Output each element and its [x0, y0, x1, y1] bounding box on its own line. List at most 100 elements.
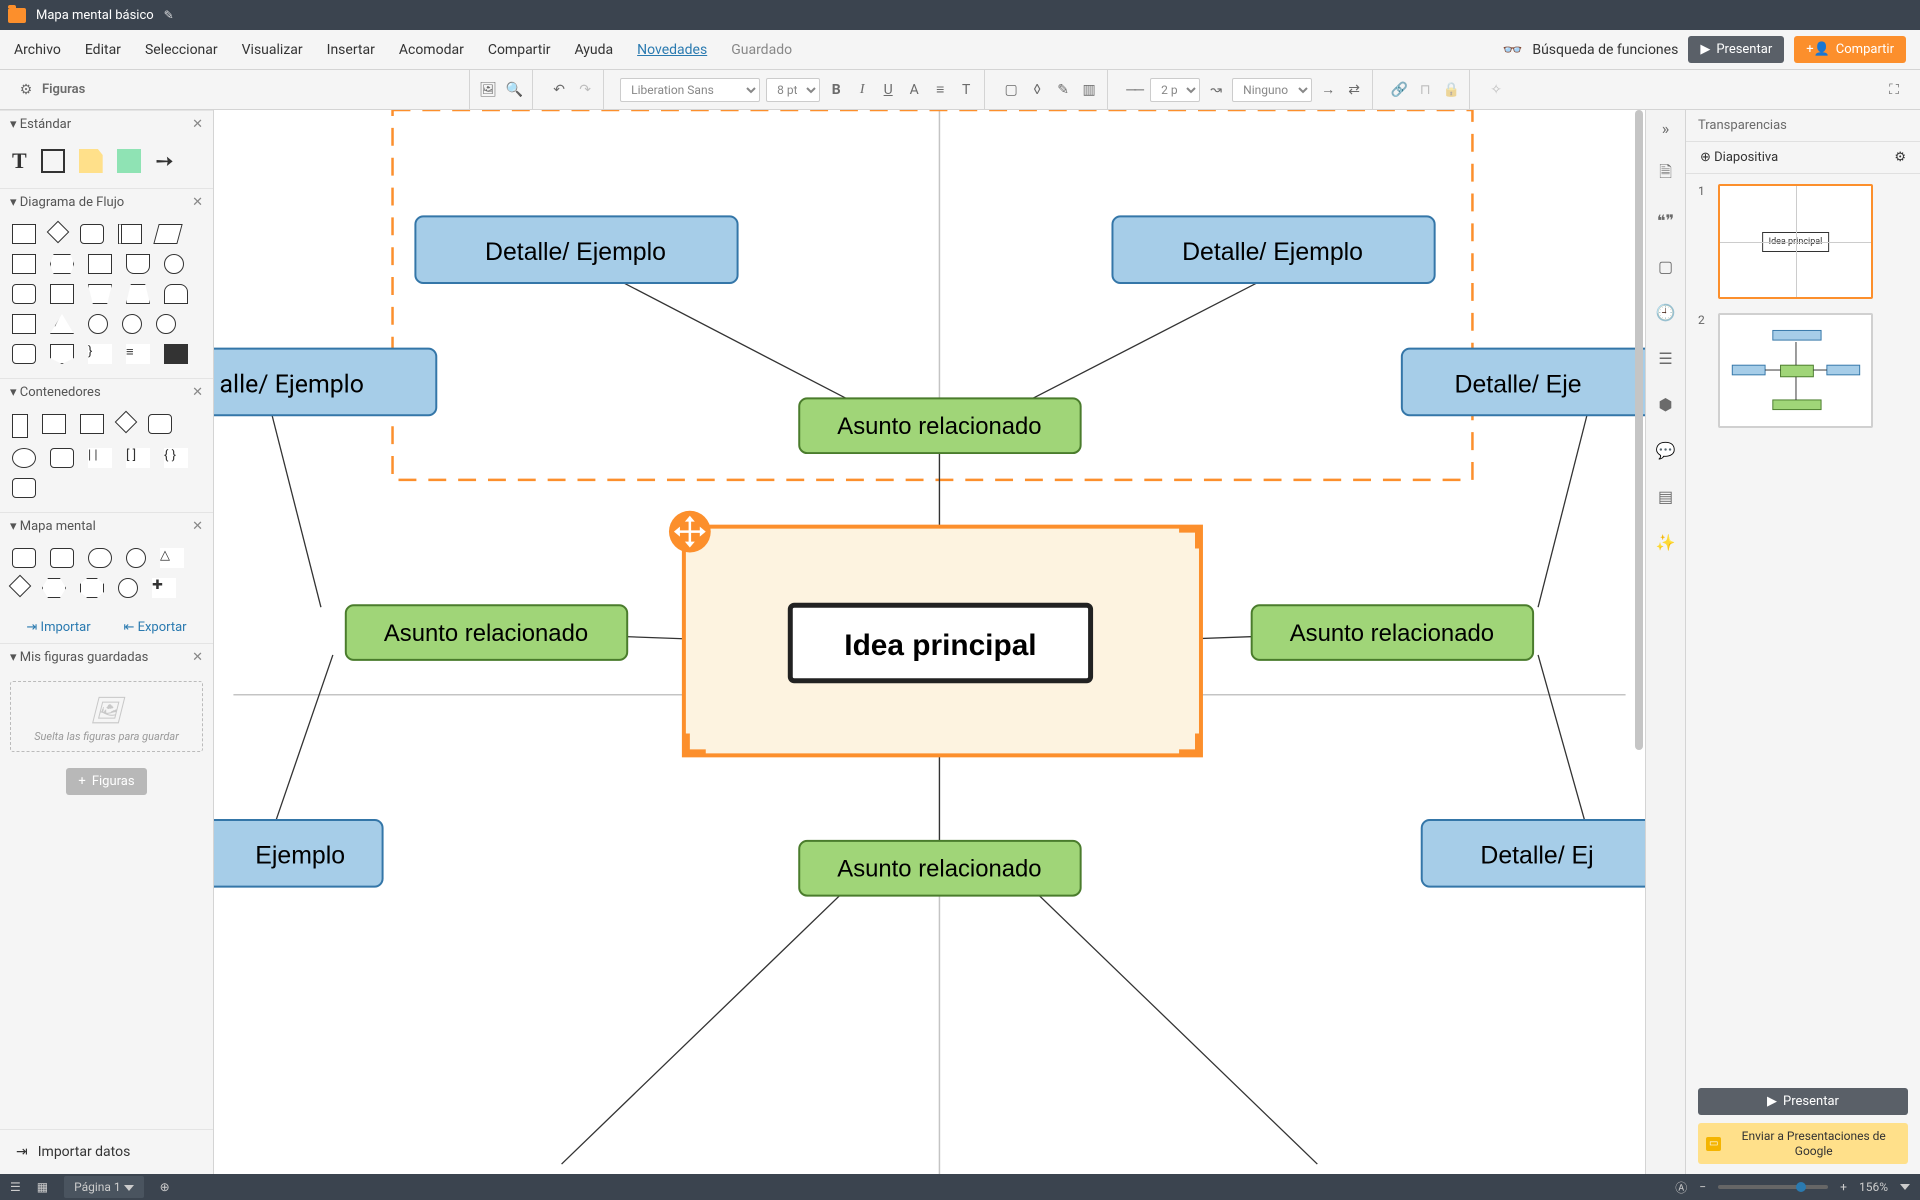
- line-style-icon[interactable]: ──: [1124, 80, 1144, 100]
- align-icon[interactable]: ≡: [930, 80, 950, 100]
- add-slide-button[interactable]: ⊕ Diapositiva: [1700, 150, 1778, 165]
- slide-thumb-1[interactable]: Idea principal: [1718, 184, 1873, 299]
- shape-fc-11[interactable]: [12, 284, 36, 304]
- zoom-level[interactable]: 156%: [1859, 1180, 1888, 1194]
- zoom-in-icon[interactable]: +: [1840, 1180, 1847, 1194]
- shape-fc-10[interactable]: [164, 254, 184, 274]
- zoom-slider[interactable]: [1718, 1185, 1828, 1189]
- slides-settings-icon[interactable]: ⚙: [1894, 150, 1906, 165]
- zoom-menu-icon[interactable]: [1900, 1184, 1910, 1190]
- shape-fc-19[interactable]: [122, 314, 142, 334]
- dock-magic-icon[interactable]: ✨: [1654, 530, 1678, 554]
- node-idea-principal[interactable]: Idea principal: [844, 629, 1036, 662]
- menu-compartir[interactable]: Compartir: [488, 42, 551, 58]
- shape-text[interactable]: T: [12, 148, 27, 174]
- accessibility-icon[interactable]: Ⓐ: [1675, 1179, 1687, 1196]
- node-asunto-top[interactable]: Asunto relacionado: [837, 413, 1041, 440]
- shape-ct-9[interactable]: [ ]: [126, 448, 150, 468]
- section-flujo[interactable]: ▾ Diagrama de Flujo ✕: [0, 188, 213, 216]
- shape-mm-10[interactable]: ✚: [152, 578, 176, 598]
- dock-collapse-icon[interactable]: »: [1654, 116, 1678, 140]
- arrow-end-icon[interactable]: →: [1318, 80, 1338, 100]
- node-detalle-tr[interactable]: Detalle/ Ejemplo: [1182, 239, 1363, 266]
- undo-icon[interactable]: ↶: [549, 80, 569, 100]
- node-detalle-right[interactable]: Detalle/ Eje: [1455, 371, 1582, 398]
- shape-note[interactable]: [79, 149, 103, 173]
- fill-box-icon[interactable]: ▢: [1001, 80, 1021, 100]
- dock-history-icon[interactable]: 🕘: [1654, 300, 1678, 324]
- bold-icon[interactable]: B: [826, 80, 846, 100]
- node-detalle-left[interactable]: alle/ Ejemplo: [220, 370, 364, 399]
- importar-datos-link[interactable]: ⇥ Importar datos: [0, 1129, 213, 1174]
- redo-icon[interactable]: ↷: [575, 80, 595, 100]
- magnet-icon[interactable]: ⊓: [1415, 80, 1435, 100]
- shape-fc-5[interactable]: [153, 224, 182, 244]
- edit-title-icon[interactable]: ✎: [164, 8, 174, 22]
- shape-fc-9[interactable]: [126, 254, 150, 274]
- search-functions-link[interactable]: Búsqueda de funciones: [1532, 42, 1678, 58]
- menu-visualizar[interactable]: Visualizar: [242, 42, 303, 58]
- shape-fc-20[interactable]: [156, 314, 176, 334]
- shape-fc-13[interactable]: [88, 284, 112, 304]
- lock-icon[interactable]: 🔒: [1441, 80, 1461, 100]
- node-asunto-bottom[interactable]: Asunto relacionado: [837, 856, 1041, 883]
- shape-fc-2[interactable]: [47, 221, 70, 244]
- shape-fc-3[interactable]: [80, 224, 104, 244]
- close-flujo-icon[interactable]: ✕: [192, 195, 203, 210]
- shape-rect[interactable]: [41, 149, 65, 173]
- compartir-button[interactable]: +👤 Compartir: [1794, 36, 1906, 63]
- shape-fc-23[interactable]: }: [88, 344, 112, 364]
- shape-line[interactable]: ➚: [149, 146, 180, 177]
- menu-ayuda[interactable]: Ayuda: [575, 42, 614, 58]
- shape-mm-4[interactable]: [126, 548, 146, 568]
- magic-icon[interactable]: ✧: [1486, 80, 1506, 100]
- presentar-button[interactable]: ▶ Presentar: [1688, 36, 1784, 63]
- close-estandar-icon[interactable]: ✕: [192, 117, 203, 132]
- shape-mm-9[interactable]: [118, 578, 138, 598]
- node-detalle-bl[interactable]: Ejemplo: [255, 843, 345, 870]
- menu-acomodar[interactable]: Acomodar: [399, 42, 464, 58]
- importar-link[interactable]: ⇥ Importar: [26, 620, 90, 635]
- shape-fc-6[interactable]: [12, 254, 36, 274]
- page-tab[interactable]: Página 1: [64, 1176, 144, 1198]
- dock-comments-icon[interactable]: 💬: [1654, 438, 1678, 462]
- shape-mm-1[interactable]: [12, 548, 36, 568]
- menu-insertar[interactable]: Insertar: [327, 42, 375, 58]
- node-asunto-right[interactable]: Asunto relacionado: [1290, 620, 1494, 647]
- folder-icon[interactable]: [8, 8, 26, 23]
- shape-ct-6[interactable]: [12, 448, 36, 468]
- menu-editar[interactable]: Editar: [85, 42, 121, 58]
- search-shapes-icon[interactable]: 🔍: [504, 80, 524, 100]
- shape-options-icon[interactable]: ▥: [1079, 80, 1099, 100]
- fontsize-select[interactable]: 8 pt: [766, 78, 820, 102]
- fill-bucket-icon[interactable]: ◊: [1027, 80, 1047, 100]
- shape-fc-25[interactable]: [164, 344, 188, 364]
- menu-archivo[interactable]: Archivo: [14, 42, 61, 58]
- dock-layers-icon[interactable]: ☰: [1654, 346, 1678, 370]
- text-style-icon[interactable]: T: [956, 80, 976, 100]
- font-color-icon[interactable]: A: [904, 80, 924, 100]
- add-figuras-button[interactable]: + Figuras: [66, 768, 146, 795]
- shape-mm-3[interactable]: [88, 548, 112, 568]
- close-mapa-icon[interactable]: ✕: [192, 519, 203, 534]
- dock-present-icon[interactable]: ▢: [1654, 254, 1678, 278]
- shape-ct-5[interactable]: [148, 414, 172, 434]
- shape-fc-8[interactable]: [88, 254, 112, 274]
- list-view-icon[interactable]: ☰: [10, 1180, 21, 1194]
- shape-fc-16[interactable]: [12, 314, 36, 334]
- close-saved-icon[interactable]: ✕: [192, 650, 203, 665]
- document-title[interactable]: Mapa mental básico: [36, 8, 154, 23]
- shape-fc-22[interactable]: [50, 344, 74, 364]
- shape-fc-12[interactable]: [50, 284, 74, 304]
- saved-shapes-dropzone[interactable]: 🖼 Suelta las figuras para guardar: [10, 681, 203, 752]
- shape-fc-7[interactable]: [50, 254, 74, 274]
- shape-ct-7[interactable]: [50, 448, 74, 468]
- shape-fc-24[interactable]: ≡: [126, 344, 150, 364]
- menu-novedades[interactable]: Novedades: [637, 42, 707, 58]
- shape-ct-10[interactable]: { }: [164, 448, 188, 468]
- exportar-link[interactable]: ⇤ Exportar: [123, 620, 186, 635]
- shape-hotspot[interactable]: [117, 149, 141, 173]
- section-guardadas[interactable]: ▾ Mis figuras guardadas ✕: [0, 643, 213, 671]
- close-cont-icon[interactable]: ✕: [192, 385, 203, 400]
- line-curve-icon[interactable]: ↝: [1206, 80, 1226, 100]
